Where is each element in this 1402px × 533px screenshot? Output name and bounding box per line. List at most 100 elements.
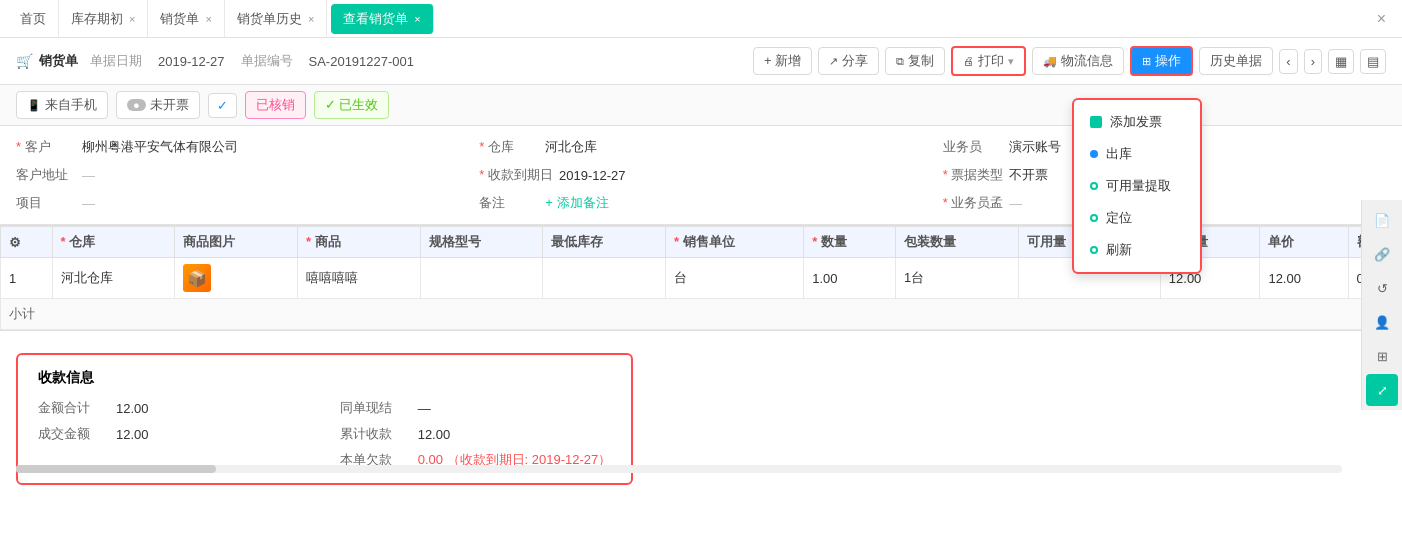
project-field: 项目 —: [16, 194, 459, 212]
payment-title: 收款信息: [38, 369, 611, 387]
cell-unit: 台: [666, 258, 804, 299]
share-button[interactable]: ↗ 分享: [818, 47, 879, 75]
doc-side-icon: 📄: [1374, 213, 1390, 228]
customer-value: 柳州粤港平安气体有限公司: [82, 138, 459, 156]
due-date-value: 2019-12-27: [559, 168, 923, 183]
payment-cumulative-label: 累计收款: [340, 425, 410, 443]
subtotal-row: 小计: [1, 299, 1402, 330]
link-side-icon: 🔗: [1374, 247, 1390, 262]
link-side-button[interactable]: 🔗: [1366, 238, 1398, 270]
add-invoice-icon: [1090, 116, 1102, 128]
close-all-button[interactable]: ×: [1369, 10, 1394, 28]
tab-view-sales[interactable]: 查看销货单 ×: [331, 4, 433, 34]
product-thumbnail: 📦: [183, 264, 211, 292]
payment-deal-label: 成交金额: [38, 425, 108, 443]
next-button[interactable]: ›: [1304, 49, 1322, 74]
user-side-icon: 👤: [1374, 315, 1390, 330]
table-side-icon: ⊞: [1377, 349, 1388, 364]
not-open-ticket-button[interactable]: ● 未开票: [116, 91, 200, 119]
payment-deal-value: 12.00: [116, 427, 149, 442]
reset-side-button[interactable]: ↺: [1366, 272, 1398, 304]
col-unit-price: 单价: [1260, 227, 1348, 258]
sales-order-icon: 🛒: [16, 53, 33, 69]
cell-pack-qty: 1台: [896, 258, 1019, 299]
col-model: 规格型号: [420, 227, 543, 258]
horizontal-scrollbar[interactable]: [16, 465, 1342, 473]
customer-field: 客户 柳州粤港平安气体有限公司: [16, 138, 459, 156]
due-date-label: 收款到期日: [479, 166, 553, 184]
from-phone-button[interactable]: 📱 来自手机: [16, 91, 108, 119]
cell-product: 嘻嘻嘻嘻: [297, 258, 420, 299]
grid-view-2-button[interactable]: ▤: [1360, 49, 1386, 74]
due-date-field: 收款到期日 2019-12-27: [479, 166, 922, 184]
ship-item[interactable]: 出库: [1074, 138, 1200, 170]
print-button[interactable]: 🖨 打印 ▾: [951, 46, 1026, 76]
cell-product-image: 📦: [175, 258, 298, 299]
payment-cumulative-value: 12.00: [418, 427, 451, 442]
check-button[interactable]: ✓: [208, 93, 237, 118]
subtotal-label: 小计: [1, 299, 1402, 330]
document-header: 🛒 销货单 单据日期 2019-12-27 单据编号 SA-20191227-0…: [0, 38, 1402, 85]
close-inventory-tab[interactable]: ×: [129, 13, 135, 25]
user-side-button[interactable]: 👤: [1366, 306, 1398, 338]
tab-inventory[interactable]: 库存期初 ×: [59, 0, 148, 38]
payment-total-label: 金额合计: [38, 399, 108, 417]
doc-side-button[interactable]: 📄: [1366, 204, 1398, 236]
tab-sales[interactable]: 销货单 ×: [148, 0, 224, 38]
cell-no: 1: [1, 258, 53, 299]
payment-deal-row: 成交金额 12.00: [38, 425, 310, 443]
document-meta: 单据日期 2019-12-27 单据编号 SA-20191227-001: [90, 52, 414, 70]
address-label: 客户地址: [16, 166, 76, 184]
expand-side-button[interactable]: ⤢: [1366, 374, 1398, 406]
document-title: 🛒 销货单: [16, 52, 78, 70]
payment-same-order-value: —: [418, 401, 431, 416]
col-quantity: 数量: [804, 227, 896, 258]
payment-total-value: 12.00: [116, 401, 149, 416]
toolbar-right: + 新增 ↗ 分享 ⧉ 复制 🖨 打印 ▾ 🚚 物流信息 ⊞ 操作: [753, 46, 1386, 76]
scroll-thumb[interactable]: [16, 465, 216, 473]
note-label: 备注: [479, 194, 539, 212]
col-unit: 销售单位: [666, 227, 804, 258]
col-product: 商品: [297, 227, 420, 258]
close-view-sales-tab[interactable]: ×: [414, 13, 420, 25]
locate-icon: [1090, 214, 1098, 222]
prev-button[interactable]: ‹: [1279, 49, 1297, 74]
note-add-button[interactable]: + 添加备注: [545, 194, 922, 212]
new-button[interactable]: + 新增: [753, 47, 812, 75]
tab-home[interactable]: 首页: [8, 0, 59, 38]
payment-same-order-row: 同单现结 —: [340, 399, 612, 417]
available-fetch-item[interactable]: 可用量提取: [1074, 170, 1200, 202]
table-side-button[interactable]: ⊞: [1366, 340, 1398, 372]
cell-warehouse: 河北仓库: [52, 258, 175, 299]
logistics-button[interactable]: 🚚 物流信息: [1032, 47, 1124, 75]
warehouse-value: 河北仓库: [545, 138, 922, 156]
history-button[interactable]: 历史单据: [1199, 47, 1273, 75]
grid-view-1-button[interactable]: ▦: [1328, 49, 1354, 74]
ticket-type-label: 票据类型: [943, 166, 1004, 184]
col-product-image: 商品图片: [175, 227, 298, 258]
col-pack-qty: 包装数量: [896, 227, 1019, 258]
col-warehouse: 仓库: [52, 227, 175, 258]
tab-sales-history[interactable]: 销货单历史 ×: [225, 0, 327, 38]
refresh-item[interactable]: 刷新: [1074, 234, 1200, 266]
payment-cumulative-row: 累计收款 12.00: [340, 425, 612, 443]
add-invoice-item[interactable]: 添加发票: [1074, 106, 1200, 138]
cell-unit-price: 12.00: [1260, 258, 1348, 299]
warehouse-field: 仓库 河北仓库: [479, 138, 922, 156]
col-settings[interactable]: ⚙: [1, 227, 53, 258]
project-label: 项目: [16, 194, 76, 212]
close-history-tab[interactable]: ×: [308, 13, 314, 25]
cell-min-stock: [543, 258, 666, 299]
close-sales-tab[interactable]: ×: [205, 13, 211, 25]
operation-button[interactable]: ⊞ 操作: [1130, 46, 1193, 76]
address-value: —: [82, 168, 459, 183]
main-container: 首页 库存期初 × 销货单 × 销货单历史 × 查看销货单 × × 🛒 销货单 …: [0, 0, 1402, 533]
copy-button[interactable]: ⧉ 复制: [885, 47, 945, 75]
ship-icon: [1090, 150, 1098, 158]
employee-label: 业务员: [943, 138, 1003, 156]
cell-quantity: 1.00: [804, 258, 896, 299]
refresh-icon: [1090, 246, 1098, 254]
salesperson-label: 业务员孟: [943, 194, 1004, 212]
right-icon-panel: 📄 🔗 ↺ 👤 ⊞ ⤢: [1361, 200, 1402, 410]
locate-item[interactable]: 定位: [1074, 202, 1200, 234]
